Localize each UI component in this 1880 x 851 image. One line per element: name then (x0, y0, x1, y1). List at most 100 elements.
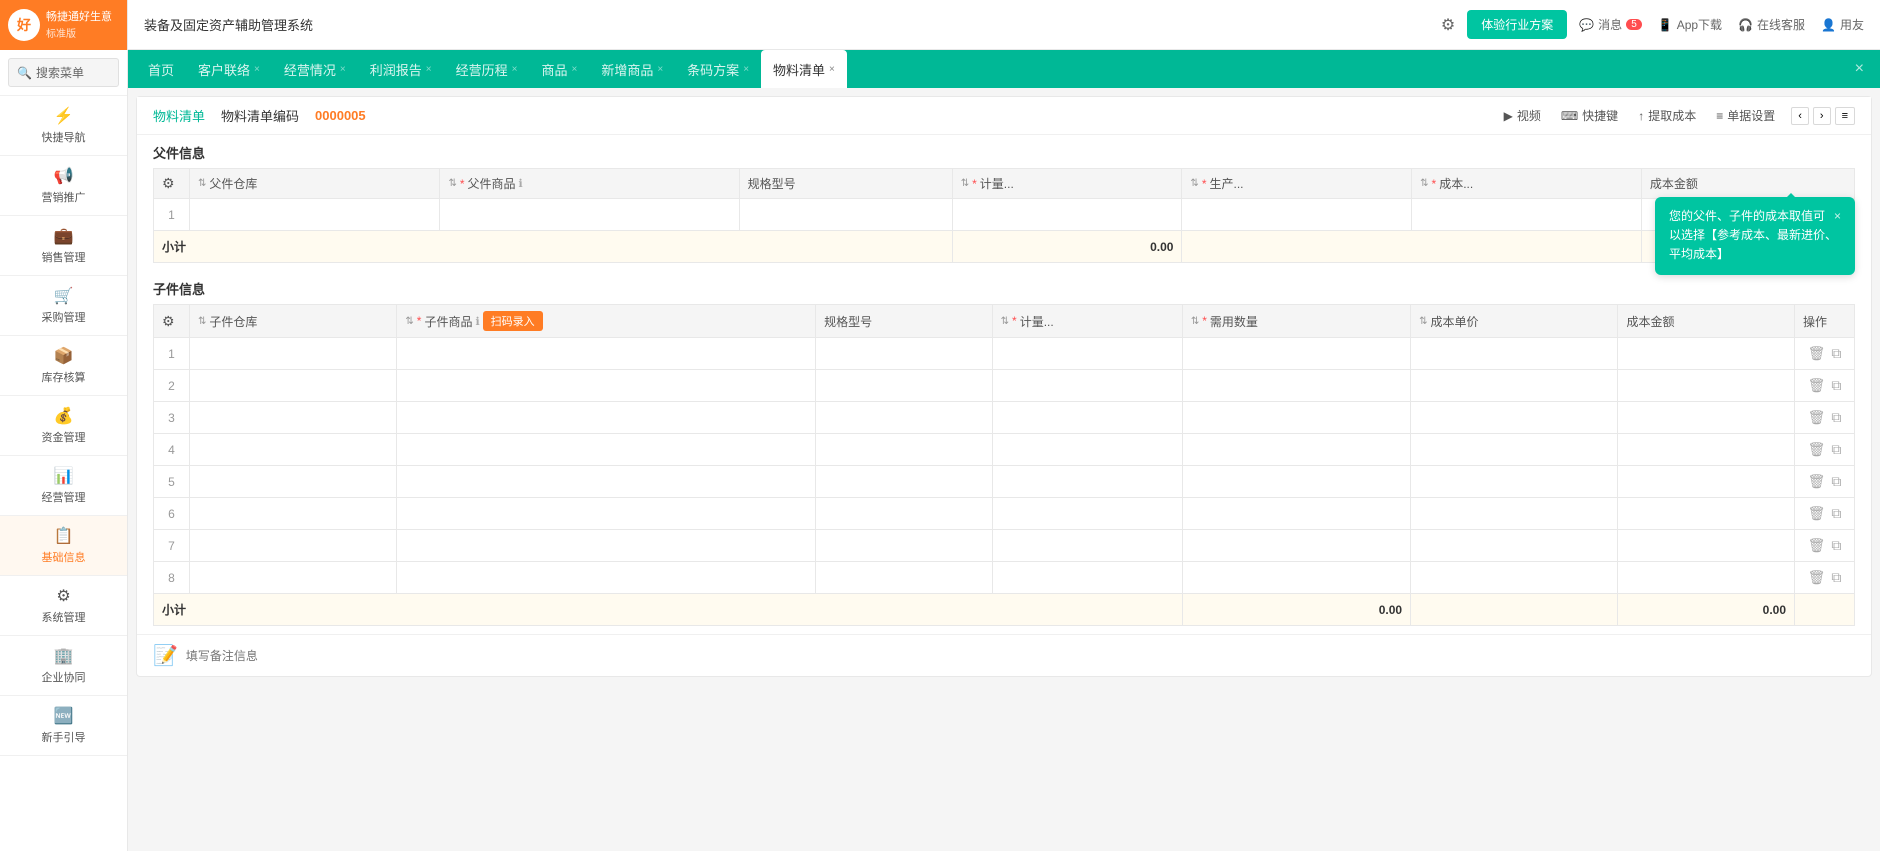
child-quantity-cell[interactable] (1182, 466, 1410, 498)
child-th-settings[interactable]: ⚙ (154, 305, 190, 338)
tab-operation-history[interactable]: 经营历程 × (444, 50, 530, 88)
scan-input-btn[interactable]: 扫码录入 (483, 311, 543, 331)
prev-page-btn[interactable]: ‹ (1791, 107, 1809, 125)
sidebar-item-guide[interactable]: 🆕 新手引导 (0, 696, 127, 756)
child-spec-cell[interactable] (816, 338, 992, 370)
child-quantity-cell[interactable] (1182, 370, 1410, 402)
tab-customer[interactable]: 客户联络 × (186, 50, 272, 88)
sidebar-item-inventory[interactable]: 📦 库存核算 (0, 336, 127, 396)
tab-close-add-goods[interactable]: × (657, 64, 663, 75)
child-quantity-cell[interactable] (1182, 562, 1410, 594)
child-goods-cell[interactable] (397, 370, 816, 402)
parent-spec-cell[interactable] (739, 199, 952, 231)
child-unit-cost-cell[interactable] (1411, 370, 1618, 402)
search-menu-button[interactable]: 🔍 搜索菜单 (8, 58, 119, 87)
sidebar-item-marketing[interactable]: 📢 营销推广 (0, 156, 127, 216)
child-unit-cell[interactable] (992, 402, 1182, 434)
tab-bom[interactable]: 物料清单 × (761, 50, 847, 88)
parent-unit-cell[interactable] (952, 199, 1182, 231)
child-goods-cell[interactable] (397, 402, 816, 434)
child-warehouse-cell[interactable] (190, 370, 397, 402)
copy-row-icon[interactable]: ⧉ (1831, 537, 1841, 554)
next-page-btn[interactable]: › (1813, 107, 1831, 125)
tab-barcode[interactable]: 条码方案 × (675, 50, 761, 88)
delete-row-icon[interactable]: 🗑 (1808, 441, 1826, 458)
child-quantity-cell[interactable] (1182, 530, 1410, 562)
child-unit-cell[interactable] (992, 370, 1182, 402)
child-goods-cell[interactable] (397, 562, 816, 594)
online-service-action[interactable]: 🎧 在线客服 (1738, 16, 1805, 33)
parent-warehouse-cell[interactable] (190, 199, 440, 231)
settings-icon[interactable]: ⚙ (1441, 15, 1455, 35)
tab-operation-status[interactable]: 经营情况 × (272, 50, 358, 88)
sidebar-search-area[interactable]: 🔍 搜索菜单 (0, 50, 127, 96)
child-spec-cell[interactable] (816, 466, 992, 498)
child-goods-cell[interactable] (397, 466, 816, 498)
note-input[interactable] (186, 649, 1855, 663)
delete-row-icon[interactable]: 🗑 (1808, 473, 1826, 490)
tab-profit[interactable]: 利润报告 × (358, 50, 444, 88)
child-unit-cell[interactable] (992, 338, 1182, 370)
tab-close-profit[interactable]: × (426, 64, 432, 75)
child-quantity-cell[interactable] (1182, 498, 1410, 530)
tab-close-operation-status[interactable]: × (340, 64, 346, 75)
sidebar-item-sales[interactable]: 💼 销售管理 (0, 216, 127, 276)
delete-row-icon[interactable]: 🗑 (1808, 569, 1826, 586)
child-goods-cell[interactable] (397, 530, 816, 562)
child-warehouse-cell[interactable] (190, 434, 397, 466)
video-btn[interactable]: ▶ 视频 (1500, 105, 1545, 126)
delete-row-icon[interactable]: 🗑 (1808, 537, 1826, 554)
child-unit-cell[interactable] (992, 434, 1182, 466)
settings-gear-icon[interactable]: ⚙ (162, 175, 175, 191)
child-settings-icon[interactable]: ⚙ (162, 313, 175, 329)
child-quantity-cell[interactable] (1182, 402, 1410, 434)
child-spec-cell[interactable] (816, 402, 992, 434)
child-unit-cost-cell[interactable] (1411, 402, 1618, 434)
parent-production-cell[interactable] (1182, 199, 1412, 231)
child-goods-cell[interactable] (397, 434, 816, 466)
tab-close-bom[interactable]: × (829, 64, 835, 75)
child-unit-cell[interactable] (992, 530, 1182, 562)
child-warehouse-cell[interactable] (190, 402, 397, 434)
child-unit-cost-cell[interactable] (1411, 562, 1618, 594)
child-unit-cost-cell[interactable] (1411, 338, 1618, 370)
message-action[interactable]: 💬 消息 5 (1579, 16, 1642, 33)
copy-row-icon[interactable]: ⧉ (1831, 441, 1841, 458)
child-goods-cell[interactable] (397, 338, 816, 370)
copy-row-icon[interactable]: ⧉ (1831, 345, 1841, 362)
breadcrumb-parent[interactable]: 物料清单 (153, 106, 205, 125)
copy-row-icon[interactable]: ⧉ (1831, 473, 1841, 490)
delete-row-icon[interactable]: 🗑 (1808, 409, 1826, 426)
copy-row-icon[interactable]: ⧉ (1831, 505, 1841, 522)
child-unit-cell[interactable] (992, 466, 1182, 498)
delete-row-icon[interactable]: 🗑 (1808, 377, 1826, 394)
child-warehouse-cell[interactable] (190, 530, 397, 562)
child-spec-cell[interactable] (816, 562, 992, 594)
child-unit-cell[interactable] (992, 498, 1182, 530)
sidebar-item-purchase[interactable]: 🛒 采购管理 (0, 276, 127, 336)
user-action[interactable]: 👤 用友 (1821, 16, 1864, 33)
sidebar-item-basic-info[interactable]: 📋 基础信息 (0, 516, 127, 576)
child-quantity-cell[interactable] (1182, 338, 1410, 370)
shortcut-btn[interactable]: ⌨ 快捷键 (1557, 105, 1622, 126)
app-download-action[interactable]: 📱 App下载 (1658, 16, 1722, 33)
copy-row-icon[interactable]: ⧉ (1831, 377, 1841, 394)
sidebar-item-finance[interactable]: 💰 资金管理 (0, 396, 127, 456)
child-quantity-cell[interactable] (1182, 434, 1410, 466)
extract-cost-btn[interactable]: ↑ 提取成本 (1634, 105, 1700, 126)
trial-button[interactable]: 体验行业方案 (1467, 10, 1567, 39)
child-unit-cost-cell[interactable] (1411, 530, 1618, 562)
tab-close-customer[interactable]: × (254, 64, 260, 75)
single-setting-btn[interactable]: ≡ 单据设置 (1712, 105, 1779, 126)
parent-cost-cell[interactable] (1412, 199, 1642, 231)
tab-close-operation-history[interactable]: × (512, 64, 518, 75)
child-spec-cell[interactable] (816, 434, 992, 466)
sidebar-item-system[interactable]: ⚙ 系统管理 (0, 576, 127, 636)
sidebar-item-quick-nav[interactable]: ⚡ 快捷导航 (0, 96, 127, 156)
child-goods-cell[interactable] (397, 498, 816, 530)
delete-row-icon[interactable]: 🗑 (1808, 505, 1826, 522)
tab-close-barcode[interactable]: × (743, 64, 749, 75)
parent-th-settings[interactable]: ⚙ (154, 169, 190, 199)
child-unit-cell[interactable] (992, 562, 1182, 594)
child-spec-cell[interactable] (816, 370, 992, 402)
